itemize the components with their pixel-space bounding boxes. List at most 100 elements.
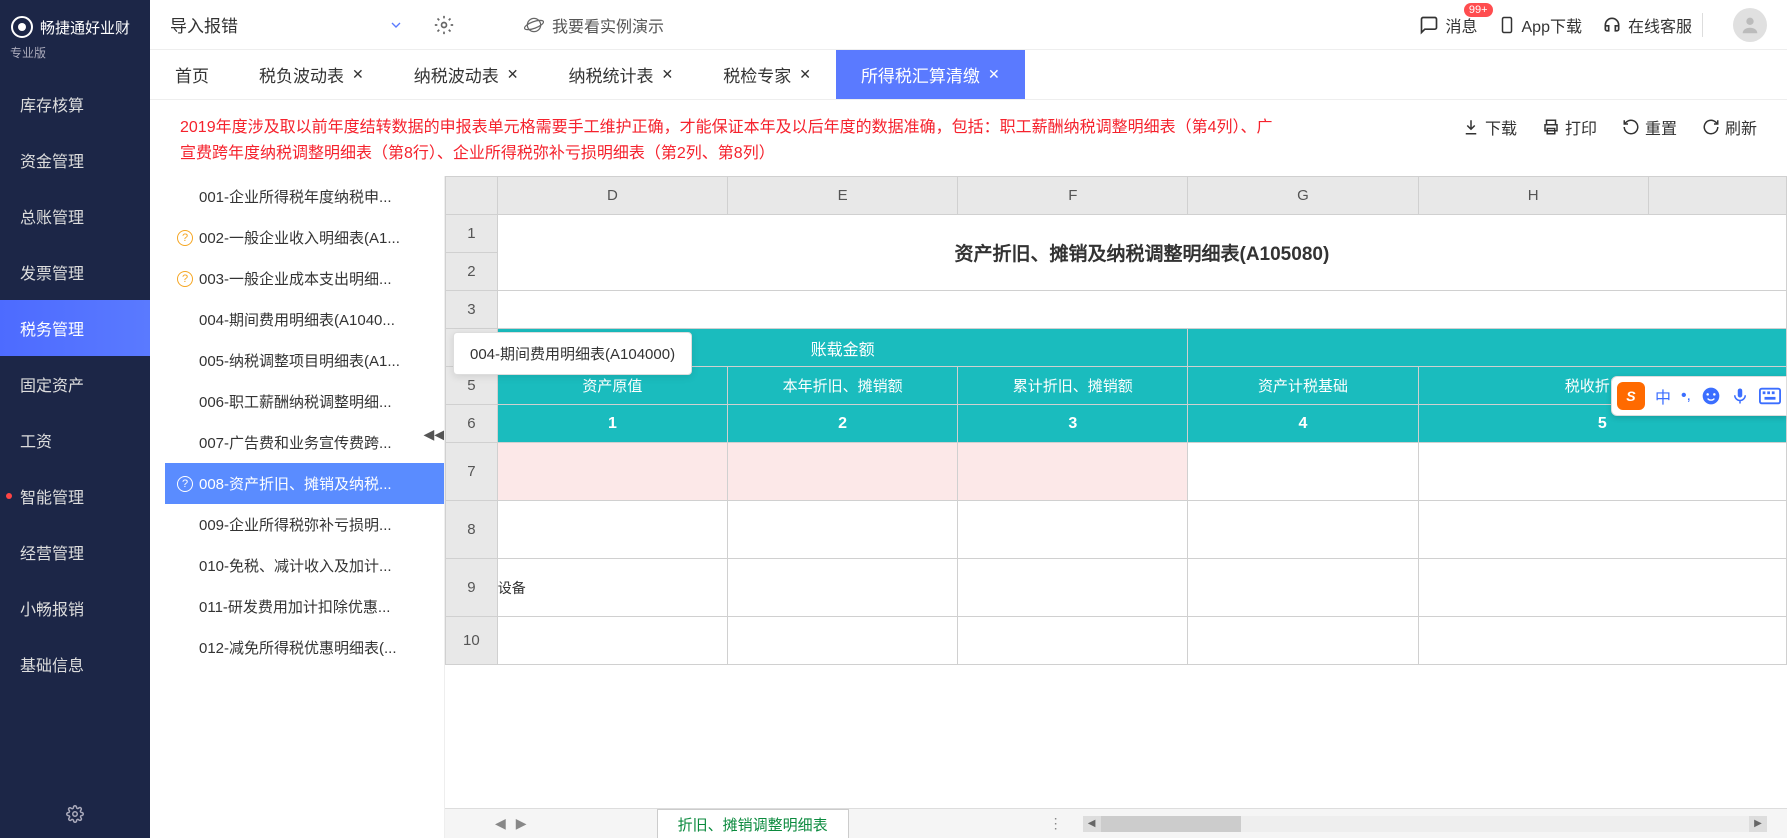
download-button[interactable]: 下载 [1462, 115, 1517, 139]
row-header-7[interactable]: 7 [446, 443, 498, 501]
row-header-10[interactable]: 10 [446, 617, 498, 665]
row-header-9[interactable]: 9 [446, 559, 498, 617]
ime-emoji-icon[interactable] [1701, 386, 1721, 406]
tab-taxcheck[interactable]: 税检专家✕ [698, 50, 836, 99]
col-header-E[interactable]: E [728, 177, 958, 215]
ime-lang[interactable]: 中 [1655, 384, 1671, 408]
horizontal-scrollbar[interactable]: ◀ ▶ [1083, 816, 1767, 832]
ime-keyboard-icon[interactable] [1759, 387, 1781, 405]
prev-sheet-icon[interactable]: ◀ [495, 815, 506, 832]
sub-header[interactable]: 累计折旧、摊销额 [958, 367, 1188, 405]
tree-item-001[interactable]: 001-企业所得税年度纳税申... [165, 176, 444, 217]
cell[interactable] [1188, 443, 1418, 501]
cell[interactable] [1188, 501, 1418, 559]
support-button[interactable]: 在线客服 [1602, 13, 1692, 37]
menu-assets[interactable]: 固定资产 [0, 356, 150, 412]
ime-punct-icon[interactable]: •, [1681, 387, 1691, 405]
menu-reimburse[interactable]: 小畅报销 [0, 580, 150, 636]
tab-taxload[interactable]: 税负波动表✕ [234, 50, 389, 99]
cell[interactable]: 设备 [497, 559, 727, 617]
row-header-6[interactable]: 6 [446, 405, 498, 443]
collapse-tree-icon[interactable]: ◀◀ [423, 426, 445, 443]
cell[interactable] [1418, 443, 1786, 501]
close-icon[interactable]: ✕ [661, 66, 673, 83]
error-dropdown[interactable]: 导入报错 [170, 12, 404, 37]
row-header-1[interactable]: 1 [446, 215, 498, 253]
tree-item-003[interactable]: ?003-一般企业成本支出明细... [165, 258, 444, 299]
cell[interactable] [728, 559, 958, 617]
cell[interactable] [1418, 617, 1786, 665]
row-header-8[interactable]: 8 [446, 501, 498, 559]
ime-toolbar[interactable]: S 中 •, [1611, 376, 1787, 416]
tree-item-009[interactable]: 009-企业所得税弥补亏损明... [165, 504, 444, 545]
row-header-2[interactable]: 2 [446, 253, 498, 291]
gear-icon[interactable] [434, 15, 454, 35]
col-num[interactable]: 1 [497, 405, 727, 443]
menu-invoice[interactable]: 发票管理 [0, 244, 150, 300]
sheet-title[interactable]: 资产折旧、摊销及纳税调整明细表(A105080) [497, 215, 1786, 291]
sub-header[interactable]: 资产计税基础 [1188, 367, 1418, 405]
scroll-track[interactable] [1101, 816, 1749, 832]
tree-item-006[interactable]: 006-职工薪酬纳税调整明细... [165, 381, 444, 422]
close-icon[interactable]: ✕ [799, 66, 811, 83]
close-icon[interactable]: ✕ [507, 66, 519, 83]
cell[interactable] [497, 617, 727, 665]
col-header-G[interactable]: G [1188, 177, 1418, 215]
col-header-F[interactable]: F [958, 177, 1188, 215]
menu-inventory[interactable]: 库存核算 [0, 76, 150, 132]
close-icon[interactable]: ✕ [988, 66, 1000, 83]
sheet-corner[interactable] [446, 177, 498, 215]
cell[interactable] [728, 501, 958, 559]
cell[interactable] [728, 443, 958, 501]
reset-button[interactable]: 重置 [1622, 115, 1677, 139]
tab-home[interactable]: 首页 [150, 50, 234, 99]
close-icon[interactable]: ✕ [352, 66, 364, 83]
tree-item-004[interactable]: 004-期间费用明细表(A1040... [165, 299, 444, 340]
cell[interactable] [497, 501, 727, 559]
sub-header[interactable]: 本年折旧、摊销额 [728, 367, 958, 405]
col-header-D[interactable]: D [497, 177, 727, 215]
tab-taxpay-wave[interactable]: 纳税波动表✕ [389, 50, 544, 99]
col-num[interactable]: 4 [1188, 405, 1418, 443]
print-button[interactable]: 打印 [1542, 115, 1597, 139]
tree-item-011[interactable]: 011-研发费用加计扣除优惠... [165, 586, 444, 627]
cell[interactable] [1418, 501, 1786, 559]
more-icon[interactable]: ⋮ [1049, 815, 1063, 832]
menu-funds[interactable]: 资金管理 [0, 132, 150, 188]
cell[interactable] [497, 291, 1786, 329]
ime-mic-icon[interactable] [1731, 386, 1749, 406]
col-header-H[interactable]: H [1418, 177, 1648, 215]
group-header-blank[interactable] [1188, 329, 1787, 367]
tree-item-002[interactable]: ?002-一般企业收入明细表(A1... [165, 217, 444, 258]
cell[interactable] [1188, 617, 1418, 665]
cell[interactable] [728, 617, 958, 665]
tab-income-tax[interactable]: 所得税汇算清缴✕ [836, 50, 1025, 99]
cell[interactable] [497, 443, 727, 501]
app-download-button[interactable]: App下载 [1498, 13, 1582, 37]
scroll-left-icon[interactable]: ◀ [1083, 816, 1101, 832]
sogou-logo-icon[interactable]: S [1617, 382, 1645, 410]
cell[interactable] [958, 443, 1188, 501]
menu-salary[interactable]: 工资 [0, 412, 150, 468]
demo-link[interactable]: 我要看实例演示 [524, 13, 664, 37]
menu-business[interactable]: 经营管理 [0, 524, 150, 580]
col-num[interactable]: 3 [958, 405, 1188, 443]
cell[interactable] [1188, 559, 1418, 617]
cell[interactable] [958, 501, 1188, 559]
user-avatar[interactable] [1733, 8, 1767, 42]
cell[interactable] [958, 617, 1188, 665]
cell[interactable] [1418, 559, 1786, 617]
tree-item-007[interactable]: 007-广告费和业务宣传费跨... [165, 422, 444, 463]
tree-item-005[interactable]: 005-纳税调整项目明细表(A1... [165, 340, 444, 381]
messages-button[interactable]: 消息 99+ [1419, 13, 1477, 37]
refresh-button[interactable]: 刷新 [1702, 115, 1757, 139]
menu-baseinfo[interactable]: 基础信息 [0, 636, 150, 692]
cell[interactable] [958, 559, 1188, 617]
menu-tax[interactable]: 税务管理 [0, 300, 150, 356]
menu-smart[interactable]: 智能管理 [0, 468, 150, 524]
tree-item-010[interactable]: 010-免税、减计收入及加计... [165, 545, 444, 586]
col-header-I[interactable] [1648, 177, 1786, 215]
scroll-right-icon[interactable]: ▶ [1749, 816, 1767, 832]
menu-ledger[interactable]: 总账管理 [0, 188, 150, 244]
tab-taxpay-stat[interactable]: 纳税统计表✕ [543, 50, 698, 99]
